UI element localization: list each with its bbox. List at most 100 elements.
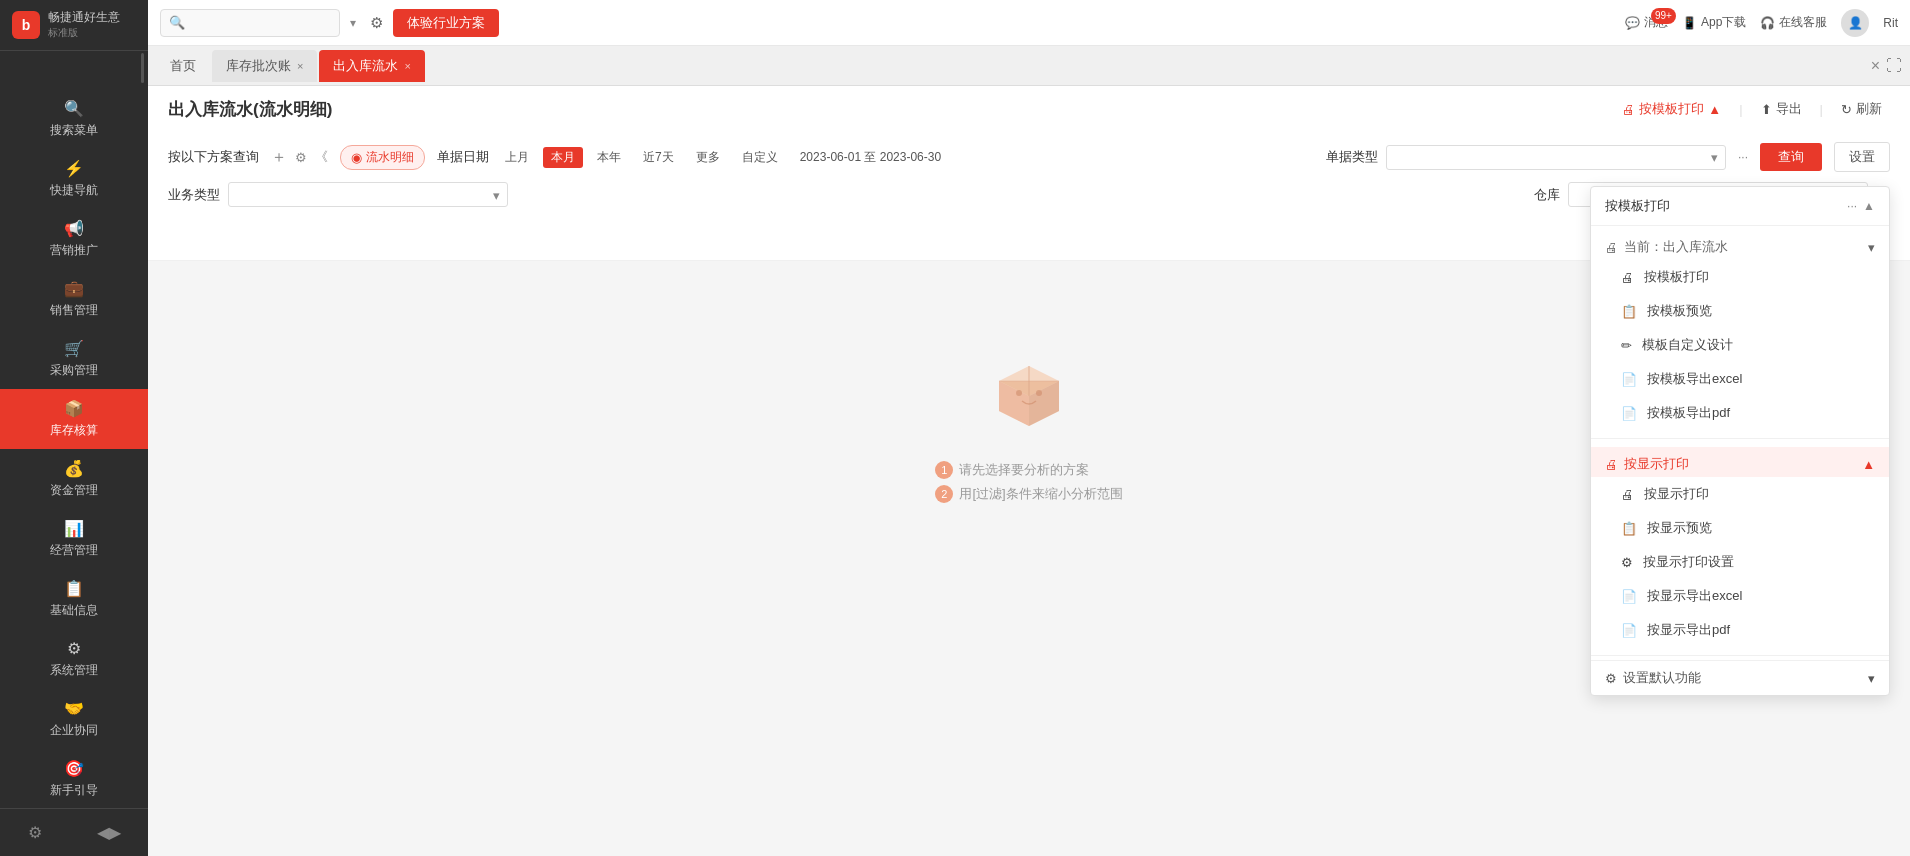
print-icon: 🖨 (1622, 102, 1635, 117)
sidebar-item-guide[interactable]: 🎯新手引导 (0, 749, 148, 808)
display-settings-icon: ⚙ (1621, 555, 1633, 570)
tab-home[interactable]: 首页 (156, 50, 210, 82)
dropdown-footer[interactable]: ⚙ 设置默认功能 ▾ (1591, 660, 1889, 695)
bill-type-select[interactable] (1386, 145, 1726, 170)
section2-label: 按显示打印 (1624, 455, 1689, 473)
bill-type-label: 单据类型 (1326, 148, 1378, 166)
date-shortcuts: 上月本月本年近7天更多自定义 (497, 147, 786, 168)
filter-tag[interactable]: ◉ 流水明细 (340, 145, 425, 170)
search-icon: 🔍 (169, 15, 185, 30)
search-dropdown-icon[interactable]: ▾ (350, 16, 356, 30)
dropdown-header: 按模板打印 ··· ▲ (1591, 187, 1889, 226)
bill-type-more-icon[interactable]: ··· (1738, 150, 1748, 164)
footer-label: 设置默认功能 (1623, 669, 1701, 687)
bill-type-select-wrapper (1386, 145, 1726, 170)
query-button[interactable]: 查询 (1760, 143, 1822, 171)
search-box[interactable]: 🔍 (160, 9, 340, 37)
business-type-select[interactable] (228, 182, 508, 207)
filter-gear-icon[interactable]: ⚙ (295, 150, 307, 165)
date-shortcut-last_7_days[interactable]: 近7天 (635, 147, 682, 168)
logo-text: 畅捷通好生意 标准版 (48, 10, 120, 40)
dropdown-item-template-export-excel[interactable]: 📄 按模板导出excel (1591, 362, 1889, 396)
dropdown-item-template-custom[interactable]: ✏ 模板自定义设计 (1591, 328, 1889, 362)
sidebar-item-sales[interactable]: 💼销售管理 (0, 269, 148, 329)
sidebar-item-operation[interactable]: 📊经营管理 (0, 509, 148, 569)
tab-label: 库存批次账 (226, 57, 291, 75)
app-download-label: App下载 (1701, 14, 1746, 31)
trial-button[interactable]: 体验行业方案 (393, 9, 499, 37)
sidebar-item-enterprise[interactable]: 🤝企业协同 (0, 689, 148, 749)
dropdown-item-display-export-excel[interactable]: 📄 按显示导出excel (1591, 579, 1889, 613)
footer-icon: ⚙ (1605, 671, 1617, 686)
export-button[interactable]: ⬆ 导出 (1753, 96, 1810, 122)
section1-chevron-icon: ▾ (1868, 240, 1875, 255)
dropdown-chevron-up-icon[interactable]: ▲ (1863, 199, 1875, 213)
tab-close-icon[interactable]: × (297, 60, 303, 72)
sidebar-item-marketing[interactable]: 📢营销推广 (0, 209, 148, 269)
sidebar-item-search[interactable]: 🔍搜索菜单 (0, 89, 148, 149)
message-badge: 99+ (1651, 8, 1676, 24)
app-download-action[interactable]: 📱 App下载 (1682, 14, 1746, 31)
section1-title[interactable]: 🖨 当前：出入库流水 ▾ (1591, 230, 1889, 260)
maximize-window-icon[interactable]: ⛶ (1886, 57, 1902, 75)
tab-close-icon[interactable]: × (404, 60, 410, 72)
dropdown-header-actions: ··· ▲ (1847, 199, 1875, 213)
user-avatar[interactable]: 👤 (1841, 9, 1869, 37)
sidebar-item-label: 搜索菜单 (50, 122, 98, 139)
filter-collapse-icon[interactable]: 《 (315, 148, 328, 166)
date-shortcut-custom[interactable]: 自定义 (734, 147, 786, 168)
dropdown-more-icon[interactable]: ··· (1847, 199, 1857, 213)
add-filter-icon[interactable]: ＋ (271, 147, 287, 168)
search-input[interactable] (189, 16, 329, 30)
dropdown-section-template: 🖨 当前：出入库流水 ▾ 🖨 按模板打印 📋 按模板预览 ✏ 模板自定义设计 (1591, 226, 1889, 434)
dropdown-item-display-export-pdf[interactable]: 📄 按显示导出pdf (1591, 613, 1889, 647)
footer-chevron-icon: ▾ (1868, 671, 1875, 686)
page-title: 出入库流水(流水明细) (168, 98, 332, 121)
date-shortcut-this_year[interactable]: 本年 (589, 147, 629, 168)
dropdown-item-template-print[interactable]: 🖨 按模板打印 (1591, 260, 1889, 294)
date-shortcut-this_month[interactable]: 本月 (543, 147, 583, 168)
dropdown-item-display-print-settings[interactable]: ⚙ 按显示打印设置 (1591, 545, 1889, 579)
tab-flow[interactable]: 出入库流水× (319, 50, 424, 82)
customer-service-action[interactable]: 🎧 在线客服 (1760, 14, 1827, 31)
template-print-icon: 🖨 (1621, 270, 1634, 285)
section2-icon: 🖨 (1605, 457, 1618, 472)
tab-batch[interactable]: 库存批次账 × (212, 50, 317, 82)
dropdown-item-template-preview[interactable]: 📋 按模板预览 (1591, 294, 1889, 328)
sidebar-item-shortcut[interactable]: ⚡快捷导航 (0, 149, 148, 209)
sidebar-item-purchase[interactable]: 🛒采购管理 (0, 329, 148, 389)
empty-tip-1: 1 请先选择要分析的方案 (935, 461, 1122, 479)
close-window-icon[interactable]: × (1871, 57, 1880, 75)
topbar-gear-icon[interactable]: ⚙ (370, 14, 383, 32)
refresh-icon: ↻ (1841, 102, 1852, 117)
username-label[interactable]: Rit (1883, 16, 1898, 30)
collapse-sidebar-icon[interactable]: ◀▶ (89, 819, 129, 846)
message-action[interactable]: 💬 消息 99+ (1625, 14, 1668, 31)
dropdown-item-display-print[interactable]: 🖨 按显示打印 (1591, 477, 1889, 511)
sidebar-item-basic[interactable]: 📋基础信息 (0, 569, 148, 629)
empty-illustration (979, 341, 1079, 441)
sidebar-item-system[interactable]: ⚙系统管理 (0, 629, 148, 689)
sidebar-item-inventory[interactable]: 📦库存核算 (0, 389, 148, 449)
print-template-button[interactable]: 🖨 按模板打印 ▲ (1614, 96, 1729, 122)
print-dropdown: 按模板打印 ··· ▲ 🖨 当前：出入库流水 ▾ 🖨 按模板打印 (1590, 186, 1890, 696)
dropdown-item-display-preview[interactable]: 📋 按显示预览 (1591, 511, 1889, 545)
section1-icon: 🖨 (1605, 240, 1618, 255)
settings-icon[interactable]: ⚙ (20, 819, 50, 846)
section2-title[interactable]: 🖨 按显示打印 ▲ (1591, 447, 1889, 477)
window-controls: ×⛶ (1871, 57, 1902, 75)
sidebar-bottom: ⚙ ◀▶ (0, 808, 148, 856)
date-shortcut-last_month[interactable]: 上月 (497, 147, 537, 168)
dropdown-item-template-export-pdf[interactable]: 📄 按模板导出pdf (1591, 396, 1889, 430)
settings-button[interactable]: 设置 (1834, 142, 1890, 172)
finance-icon: 💰 (64, 459, 84, 478)
empty-tip-2: 2 用[过滤]条件来缩小分析范围 (935, 485, 1122, 503)
date-shortcut-more[interactable]: 更多 (688, 147, 728, 168)
customer-service-label: 在线客服 (1779, 14, 1827, 31)
dropdown-title: 按模板打印 (1605, 197, 1670, 215)
sidebar-item-finance[interactable]: 💰资金管理 (0, 449, 148, 509)
display-pdf-icon: 📄 (1621, 623, 1637, 638)
refresh-button[interactable]: ↻ 刷新 (1833, 96, 1890, 122)
purchase-icon: 🛒 (64, 339, 84, 358)
dropdown-section-display: 🖨 按显示打印 ▲ 🖨 按显示打印 📋 按显示预览 ⚙ 按显示打印设置 (1591, 443, 1889, 651)
